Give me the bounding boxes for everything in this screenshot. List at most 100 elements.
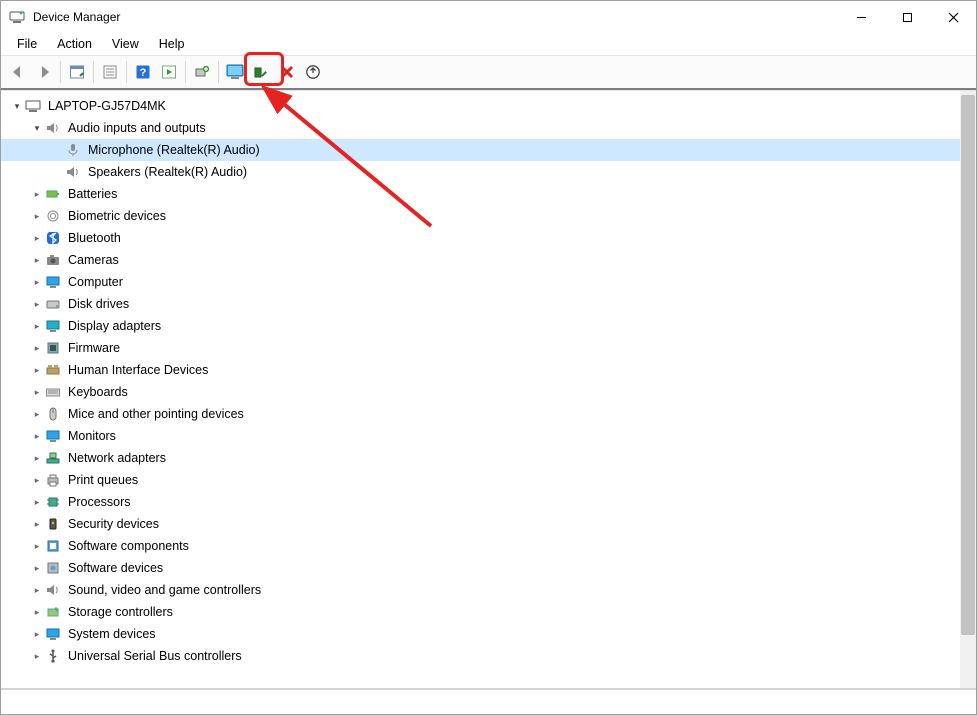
toolbar-separator	[126, 61, 127, 83]
chevron-right-icon[interactable]: ▸	[29, 494, 45, 510]
tree-node-label: Software devices	[65, 557, 166, 579]
toolbar-update-driver-button[interactable]	[190, 60, 214, 84]
device-tree[interactable]: ▾ LAPTOP-GJ57D4MK ▾ Audio inputs and out…	[1, 91, 960, 688]
chevron-right-icon[interactable]: ▸	[29, 604, 45, 620]
toolbar-forward-button[interactable]	[32, 60, 56, 84]
maximize-button[interactable]	[884, 1, 930, 33]
display-adapter-icon	[45, 318, 61, 334]
tree-category-node[interactable]: ▸ Software devices	[1, 557, 960, 579]
chevron-right-icon[interactable]: ▸	[29, 186, 45, 202]
window-title: Device Manager	[33, 10, 120, 24]
minimize-button[interactable]	[838, 1, 884, 33]
menu-action[interactable]: Action	[47, 35, 102, 53]
tree-category-node[interactable]: ▸ Keyboards	[1, 381, 960, 403]
tree-node-label: Human Interface Devices	[65, 359, 211, 381]
toolbar-back-button[interactable]	[6, 60, 30, 84]
chevron-right-icon[interactable]: ▸	[29, 406, 45, 422]
monitor-icon	[45, 428, 61, 444]
chevron-right-icon[interactable]: ▸	[29, 582, 45, 598]
tree-category-audio[interactable]: ▾ Audio inputs and outputs	[1, 117, 960, 139]
toolbar-show-hide-tree-button[interactable]	[65, 60, 89, 84]
microphone-icon	[65, 142, 81, 158]
svg-text:?: ?	[140, 67, 147, 79]
chevron-right-icon[interactable]: ▸	[29, 252, 45, 268]
tree-category-node[interactable]: ▸System devices	[1, 623, 960, 645]
tree-category-node[interactable]: ▸ Processors	[1, 491, 960, 513]
tree-category-node[interactable]: ▸ Universal Serial Bus controllers	[1, 645, 960, 667]
chevron-right-icon[interactable]: ▸	[29, 384, 45, 400]
chevron-right-icon[interactable]: ▸	[29, 296, 45, 312]
tree-category-node[interactable]: ▸ Batteries	[1, 183, 960, 205]
tree-category-node[interactable]: ▸Mice and other pointing devices	[1, 403, 960, 425]
chevron-right-icon[interactable]: ▸	[29, 208, 45, 224]
toolbar-properties-button[interactable]	[98, 60, 122, 84]
chevron-right-icon[interactable]: ▸	[29, 538, 45, 554]
storage-icon	[45, 604, 61, 620]
tree-category-node[interactable]: ▸Network adapters	[1, 447, 960, 469]
close-button[interactable]	[930, 1, 976, 33]
tree-category-node[interactable]: ▸Sound, video and game controllers	[1, 579, 960, 601]
toolbar-separator	[93, 61, 94, 83]
usb-icon	[45, 648, 61, 664]
keyboard-icon	[45, 384, 61, 400]
tree-category-node[interactable]: ▸ Computer	[1, 271, 960, 293]
chevron-right-icon[interactable]: ▸	[29, 472, 45, 488]
tree-category-node[interactable]: ▸ Human Interface Devices	[1, 359, 960, 381]
chevron-down-icon[interactable]: ▾	[9, 98, 25, 114]
tree-category-node[interactable]: ▸Biometric devices	[1, 205, 960, 227]
vertical-scrollbar[interactable]	[960, 91, 976, 688]
firmware-icon	[45, 340, 61, 356]
tree-category-node[interactable]: ▸Security devices	[1, 513, 960, 535]
chevron-right-icon[interactable]: ▸	[29, 318, 45, 334]
menu-file[interactable]: File	[7, 35, 47, 53]
toolbar: ?	[1, 56, 976, 90]
tree-category-node[interactable]: ▸ Disk drives	[1, 293, 960, 315]
speaker-icon	[65, 164, 81, 180]
device-manager-window: Device Manager File Action View Help ?	[0, 0, 977, 715]
monitor-icon	[45, 274, 61, 290]
tree-category-node[interactable]: ▸ Cameras	[1, 249, 960, 271]
annotation-highlight	[244, 52, 284, 86]
tree-category-node[interactable]: ▸Firmware	[1, 337, 960, 359]
toolbar-uninstall-device-button[interactable]	[301, 60, 325, 84]
tree-category-node[interactable]: ▸Bluetooth	[1, 227, 960, 249]
tree-category-node[interactable]: ▸Monitors	[1, 425, 960, 447]
tree-root-node[interactable]: ▾ LAPTOP-GJ57D4MK	[1, 95, 960, 117]
chevron-right-icon[interactable]: ▸	[29, 274, 45, 290]
chevron-right-icon[interactable]: ▸	[29, 340, 45, 356]
chevron-right-icon[interactable]: ▸	[29, 450, 45, 466]
tree-node-label: Keyboards	[65, 381, 131, 403]
tree-node-label: Processors	[65, 491, 134, 513]
fingerprint-icon	[45, 208, 61, 224]
chevron-right-icon[interactable]: ▸	[29, 648, 45, 664]
tree-category-node[interactable]: ▸Print queues	[1, 469, 960, 491]
tree-node-label: Computer	[65, 271, 126, 293]
toolbar-separator	[185, 61, 186, 83]
chevron-down-icon[interactable]: ▾	[29, 120, 45, 136]
chevron-right-icon[interactable]: ▸	[29, 626, 45, 642]
tree-node-label: Batteries	[65, 183, 120, 205]
toolbar-help-button[interactable]: ?	[131, 60, 155, 84]
toolbar-media-button[interactable]	[157, 60, 181, 84]
software-component-icon	[45, 538, 61, 554]
chevron-right-icon[interactable]: ▸	[29, 230, 45, 246]
tree-category-node[interactable]: ▸Storage controllers	[1, 601, 960, 623]
chevron-right-icon[interactable]: ▸	[29, 362, 45, 378]
menu-help[interactable]: Help	[149, 35, 195, 53]
tree-category-node[interactable]: ▸Software components	[1, 535, 960, 557]
toolbar-separator	[60, 61, 61, 83]
chevron-right-icon[interactable]: ▸	[29, 516, 45, 532]
hid-icon	[45, 362, 61, 378]
security-icon	[45, 516, 61, 532]
tree-node-label: Microphone (Realtek(R) Audio)	[85, 139, 263, 161]
menu-view[interactable]: View	[102, 35, 149, 53]
tree-node-label: Disk drives	[65, 293, 132, 315]
tree-device-speakers[interactable]: Speakers (Realtek(R) Audio)	[1, 161, 960, 183]
tree-node-label: Universal Serial Bus controllers	[65, 645, 245, 667]
tree-device-microphone[interactable]: Microphone (Realtek(R) Audio)	[1, 139, 960, 161]
chevron-right-icon[interactable]: ▸	[29, 428, 45, 444]
system-icon	[45, 626, 61, 642]
tree-category-node[interactable]: ▸Display adapters	[1, 315, 960, 337]
tree-node-label: Cameras	[65, 249, 122, 271]
chevron-right-icon[interactable]: ▸	[29, 560, 45, 576]
